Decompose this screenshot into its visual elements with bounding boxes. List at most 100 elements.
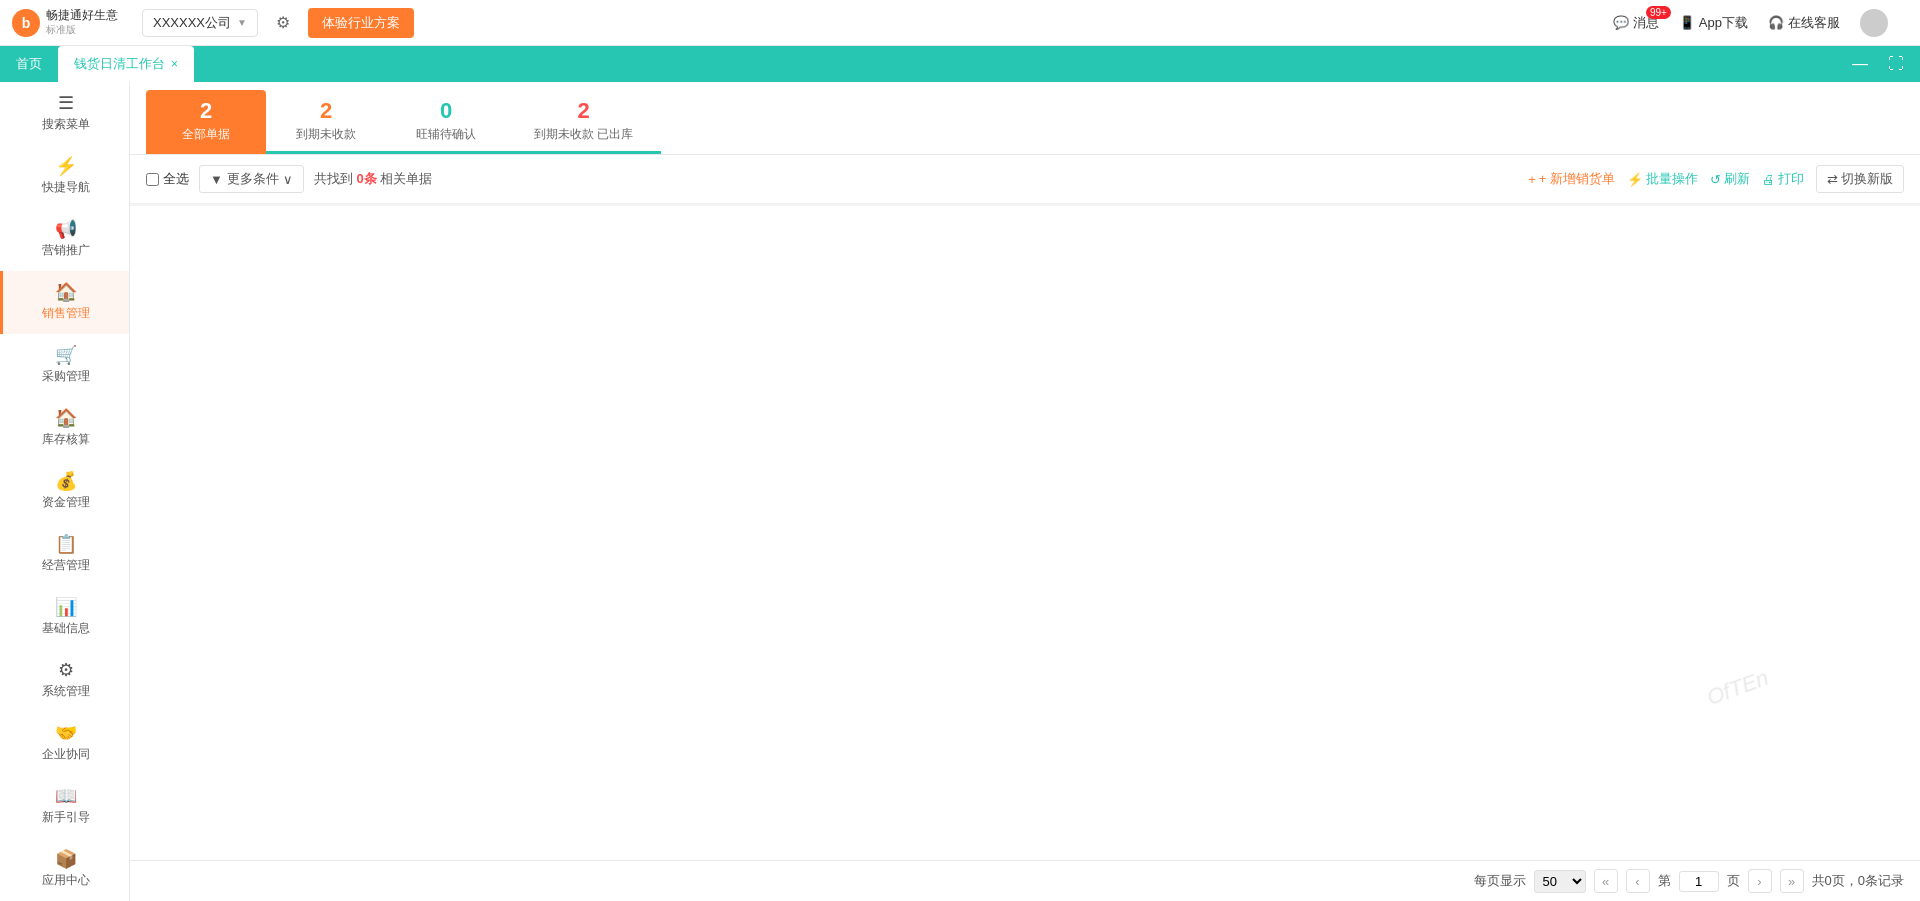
logo-icon: b bbox=[12, 9, 40, 37]
add-sales-order-button[interactable]: + + 新增销货单 bbox=[1528, 170, 1615, 188]
sidebar-item-sales[interactable]: 🏠 销售管理 bbox=[0, 271, 129, 334]
experience-button[interactable]: 体验行业方案 bbox=[308, 8, 414, 38]
sidebar-item-label: 系统管理 bbox=[42, 683, 90, 700]
sidebar-item-label: 快捷导航 bbox=[42, 179, 90, 196]
minimize-icon: — bbox=[1852, 55, 1868, 73]
stats-label-wangwang: 旺辅待确认 bbox=[416, 126, 476, 143]
batch-operation-button[interactable]: ⚡ 批量操作 bbox=[1627, 170, 1698, 188]
company-arrow-icon: ▼ bbox=[237, 17, 247, 28]
per-page-select[interactable]: 50 100 200 bbox=[1534, 870, 1586, 893]
refresh-icon: ↺ bbox=[1710, 172, 1721, 187]
stats-tabs: 2 全部单据 2 到期未收款 0 旺辅待确认 2 到期未收款 已出库 bbox=[130, 82, 1920, 155]
page-label: 第 bbox=[1658, 872, 1671, 890]
filter-button[interactable]: ▼ 更多条件 ∨ bbox=[199, 165, 304, 193]
tab-cashflow[interactable]: 钱货日清工作台 × bbox=[58, 46, 194, 82]
sidebar-item-quick-nav[interactable]: ⚡ 快捷导航 bbox=[0, 145, 129, 208]
stats-tab-shipped[interactable]: 2 到期未收款 已出库 bbox=[506, 90, 661, 154]
service-label: 在线客服 bbox=[1788, 14, 1840, 32]
app-download-button[interactable]: 📱 App下载 bbox=[1679, 14, 1748, 32]
sidebar-item-label: 应用中心 bbox=[42, 872, 90, 889]
search-menu-icon: ☰ bbox=[58, 94, 74, 112]
switch-icon: ⇄ bbox=[1827, 172, 1838, 187]
sidebar-item-label: 采购管理 bbox=[42, 368, 90, 385]
system-icon: ⚙ bbox=[58, 661, 74, 679]
select-all-input[interactable] bbox=[146, 173, 159, 186]
avatar[interactable] bbox=[1860, 9, 1888, 37]
sidebar-item-inventory[interactable]: 🏠 库存核算 bbox=[0, 397, 129, 460]
stats-tab-wangwang[interactable]: 0 旺辅待确认 bbox=[386, 90, 506, 154]
tab-home[interactable]: 首页 bbox=[0, 46, 58, 82]
sidebar-item-cooperation[interactable]: 🤝 企业协同 bbox=[0, 712, 129, 775]
sidebar-item-finance[interactable]: 💰 资金管理 bbox=[0, 460, 129, 523]
headset-icon: 🎧 bbox=[1768, 15, 1784, 30]
quick-nav-icon: ⚡ bbox=[55, 157, 77, 175]
sidebar-item-label: 搜索菜单 bbox=[42, 116, 90, 133]
marketing-icon: 📢 bbox=[55, 220, 77, 238]
stats-num-overdue: 2 bbox=[320, 98, 332, 124]
sidebar-item-purchase[interactable]: 🛒 采购管理 bbox=[0, 334, 129, 397]
last-page-icon: » bbox=[1788, 874, 1795, 889]
refresh-label: 刷新 bbox=[1724, 170, 1750, 188]
main-layout: ☰ 搜索菜单 ⚡ 快捷导航 📢 营销推广 🏠 销售管理 🛒 采购管理 🏠 库存核… bbox=[0, 82, 1920, 901]
first-page-icon: « bbox=[1602, 874, 1609, 889]
print-label: 打印 bbox=[1778, 170, 1804, 188]
sidebar-item-label: 基础信息 bbox=[42, 620, 90, 637]
stats-tab-all[interactable]: 2 全部单据 bbox=[146, 90, 266, 154]
filter-icon: ▼ bbox=[210, 172, 223, 187]
next-page-button[interactable]: › bbox=[1748, 869, 1772, 893]
page-input[interactable] bbox=[1679, 871, 1719, 892]
expand-icon: ⛶ bbox=[1888, 55, 1904, 73]
stats-label-all: 全部单据 bbox=[182, 126, 230, 143]
nav-tabs: 首页 钱货日清工作台 × — ⛶ bbox=[0, 46, 1920, 82]
purchase-icon: 🛒 bbox=[55, 346, 77, 364]
next-page-icon: › bbox=[1757, 874, 1761, 889]
stats-tab-overdue[interactable]: 2 到期未收款 bbox=[266, 90, 386, 154]
sidebar-item-label: 销售管理 bbox=[42, 305, 90, 322]
message-badge: 99+ bbox=[1646, 6, 1671, 19]
message-button[interactable]: 💬 消息 99+ bbox=[1613, 14, 1659, 32]
inventory-icon: 🏠 bbox=[55, 409, 77, 427]
sidebar-item-operation[interactable]: 📋 经营管理 bbox=[0, 523, 129, 586]
settings-button[interactable]: ⚙ bbox=[268, 8, 298, 38]
basic-info-icon: 📊 bbox=[55, 598, 77, 616]
expand-tab-button[interactable]: ⛶ bbox=[1882, 50, 1910, 78]
minimize-tab-button[interactable]: — bbox=[1846, 50, 1874, 78]
prev-page-icon: ‹ bbox=[1635, 874, 1639, 889]
close-tab-icon[interactable]: × bbox=[171, 57, 178, 71]
company-selector[interactable]: XXXXXX公司 ▼ bbox=[142, 9, 258, 37]
select-all-checkbox[interactable]: 全选 bbox=[146, 170, 189, 188]
prev-page-button[interactable]: ‹ bbox=[1626, 869, 1650, 893]
sidebar-item-label: 资金管理 bbox=[42, 494, 90, 511]
stats-label-overdue: 到期未收款 bbox=[296, 126, 356, 143]
last-page-button[interactable]: » bbox=[1780, 869, 1804, 893]
batch-icon: ⚡ bbox=[1627, 172, 1643, 187]
refresh-button[interactable]: ↺ 刷新 bbox=[1710, 170, 1750, 188]
sidebar-item-basic-info[interactable]: 📊 基础信息 bbox=[0, 586, 129, 649]
cooperation-icon: 🤝 bbox=[55, 724, 77, 742]
found-text: 共找到 0条 相关单据 bbox=[314, 170, 432, 188]
sidebar-item-label: 营销推广 bbox=[42, 242, 90, 259]
sidebar-item-label: 库存核算 bbox=[42, 431, 90, 448]
tab-home-label: 首页 bbox=[16, 55, 42, 73]
switch-version-button[interactable]: ⇄ 切换新版 bbox=[1816, 165, 1904, 193]
company-name: XXXXXX公司 bbox=[153, 14, 231, 32]
sales-icon: 🏠 bbox=[55, 283, 77, 301]
content-area: 2 全部单据 2 到期未收款 0 旺辅待确认 2 到期未收款 已出库 全选 bbox=[130, 82, 1920, 901]
sidebar-item-app-center[interactable]: 📦 应用中心 bbox=[0, 838, 129, 901]
add-icon: + bbox=[1528, 172, 1536, 187]
sidebar-item-system[interactable]: ⚙ 系统管理 bbox=[0, 649, 129, 712]
sidebar-item-search-menu[interactable]: ☰ 搜索菜单 bbox=[0, 82, 129, 145]
stats-num-wangwang: 0 bbox=[440, 98, 452, 124]
online-service-button[interactable]: 🎧 在线客服 bbox=[1768, 14, 1840, 32]
print-button[interactable]: 🖨 打印 bbox=[1762, 170, 1804, 188]
first-page-button[interactable]: « bbox=[1594, 869, 1618, 893]
stats-num-shipped: 2 bbox=[578, 98, 590, 124]
sidebar-item-guide[interactable]: 📖 新手引导 bbox=[0, 775, 129, 838]
phone-icon: 📱 bbox=[1679, 15, 1695, 30]
stats-label-shipped: 到期未收款 已出库 bbox=[534, 126, 633, 143]
message-icon: 💬 bbox=[1613, 15, 1629, 30]
stats-num-all: 2 bbox=[200, 98, 212, 124]
finance-icon: 💰 bbox=[55, 472, 77, 490]
sidebar-item-marketing[interactable]: 📢 营销推广 bbox=[0, 208, 129, 271]
logo-subtitle: 标准版 bbox=[46, 23, 118, 37]
